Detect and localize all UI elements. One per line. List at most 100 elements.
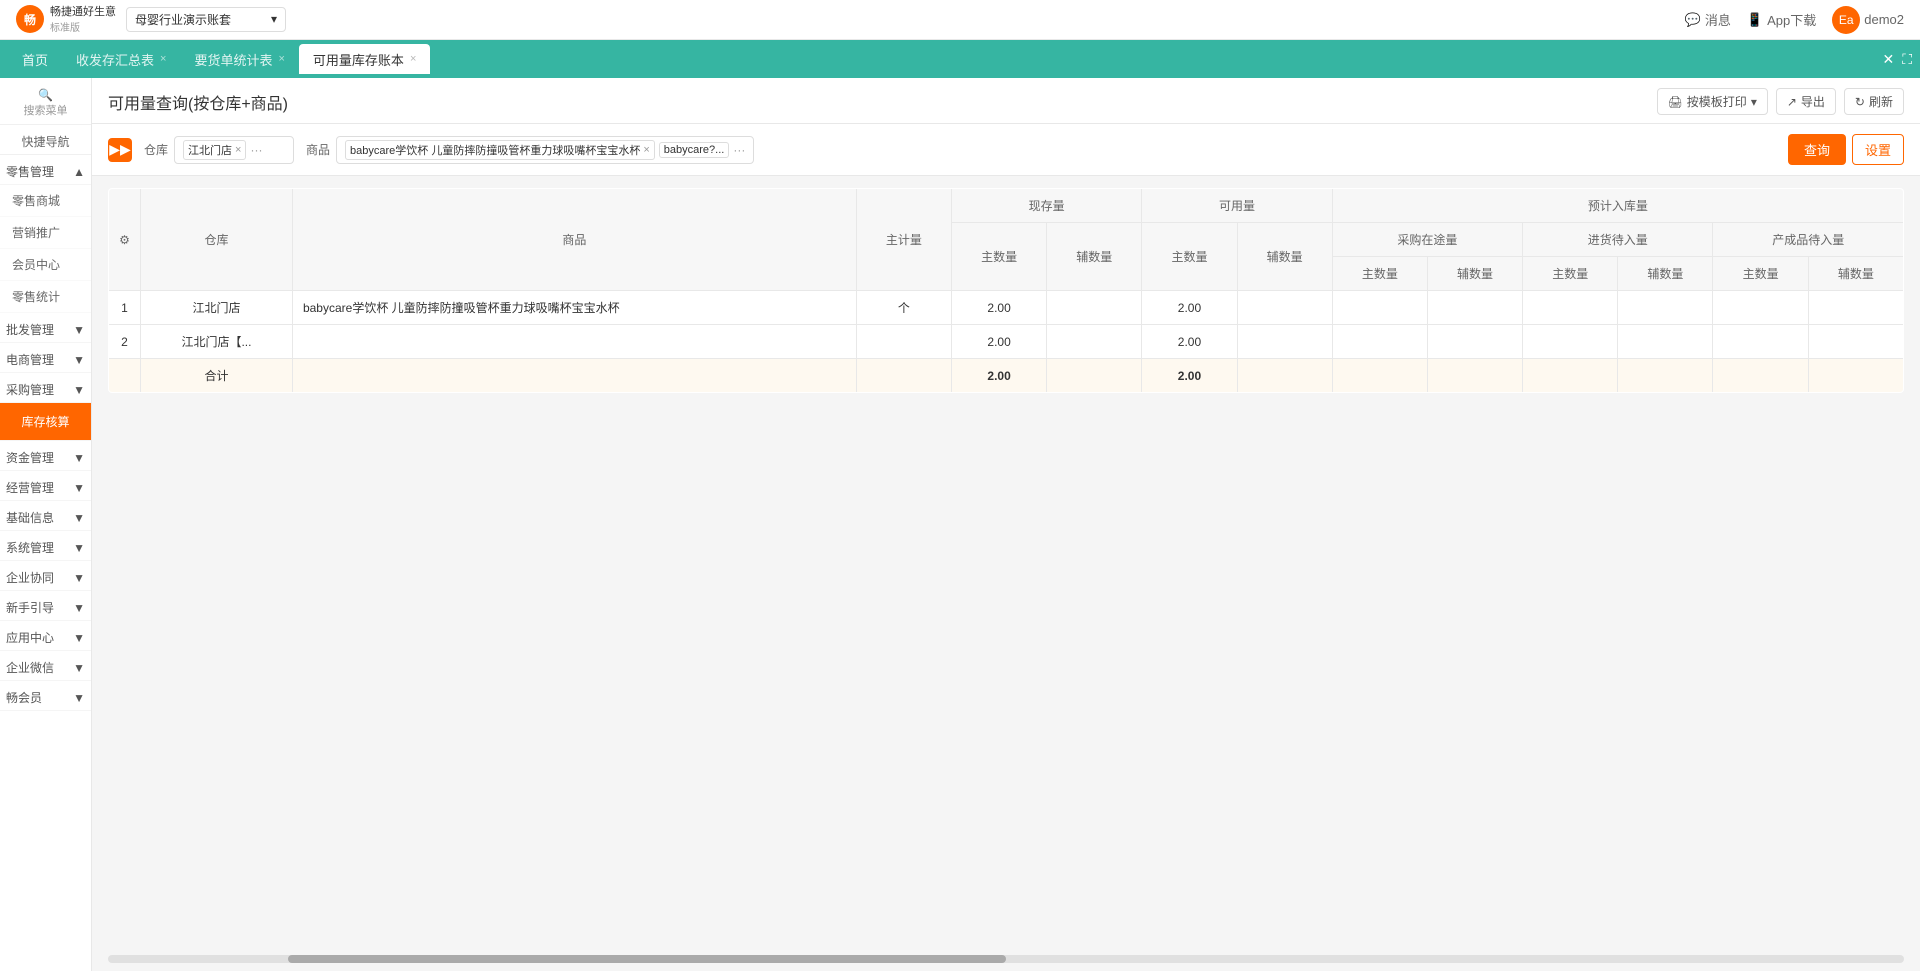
th-available: 可用量 (1142, 189, 1332, 223)
sidebar-item-ecommerce-mgmt[interactable]: 电商管理 ▼ (0, 343, 91, 373)
sidebar-item-member[interactable]: 畅会员 ▼ (0, 681, 91, 711)
th-current-main-qty: 主数量 (951, 223, 1046, 291)
product-more-btn[interactable]: ··· (733, 143, 745, 157)
cell-available-main: 2.00 (1142, 325, 1237, 359)
refresh-icon: ↻ (1855, 95, 1865, 109)
scrollbar-thumb[interactable] (288, 955, 1006, 963)
total-unit (856, 359, 951, 393)
filter-expand-btn[interactable]: ▶▶ (108, 138, 132, 162)
chevron-icon: ▼ (73, 541, 85, 555)
maximize-icon[interactable]: ⛶ (1902, 51, 1912, 68)
content-area: 可用量查询(按仓库+商品) 🖨 按模板打印 ▾ ↗ 导出 ↻ 刷新 ▶▶ (92, 78, 1920, 971)
cell-pt-main (1332, 325, 1427, 359)
cell-pp-aux (1618, 325, 1713, 359)
cell-warehouse: 江北门店【... (141, 325, 293, 359)
th-product-pending: 产成品待入量 (1713, 223, 1904, 257)
sidebar-item-enterprise-wechat[interactable]: 企业微信 ▼ (0, 651, 91, 681)
sidebar-item-retail-mall[interactable]: 零售商城 (0, 185, 91, 217)
tab-order-stats[interactable]: 要货单统计表 × (180, 44, 298, 74)
cell-pp-main (1523, 325, 1618, 359)
cell-prod-main (1713, 325, 1808, 359)
chevron-icon: ▼ (73, 661, 85, 675)
message-btn[interactable]: 💬 消息 (1685, 10, 1731, 29)
th-current-stock: 现存量 (951, 189, 1141, 223)
cell-no: 2 (109, 325, 141, 359)
export-btn[interactable]: ↗ 导出 (1776, 88, 1836, 115)
print-icon: 🖨 (1668, 95, 1683, 109)
chevron-icon: ▼ (73, 691, 85, 705)
chevron-icon: ▼ (73, 383, 85, 397)
product-tag-1: babycare学饮杯 儿童防摔防撞吸管杯重力球吸嘴杯宝宝水杯 × (345, 140, 655, 160)
tab-available-stock[interactable]: 可用量库存账本 × (299, 44, 430, 74)
warehouse-more-btn[interactable]: ··· (250, 143, 262, 157)
sidebar-item-sys-mgmt[interactable]: 系统管理 ▼ (0, 531, 91, 561)
tab-receive-summary[interactable]: 收发存汇总表 × (62, 44, 180, 74)
logo-sub: 标准版 (50, 19, 116, 34)
settings-btn[interactable]: 设置 (1852, 134, 1904, 165)
cell-product: babycare学饮杯 儿童防摔防撞吸管杯重力球吸嘴杯宝宝水杯 (292, 291, 856, 325)
scrollbar-track[interactable] (108, 955, 1904, 963)
tab-home[interactable]: 首页 (8, 44, 62, 74)
sidebar-quick-nav[interactable]: 快捷导航 (0, 125, 91, 155)
table-row: 1 江北门店 babycare学饮杯 儿童防摔防撞吸管杯重力球吸嘴杯宝宝水杯 个… (109, 291, 1904, 325)
cell-pp-main (1523, 291, 1618, 325)
th-pp-aux: 辅数量 (1618, 257, 1713, 291)
close-tab-icon[interactable]: × (160, 53, 166, 65)
th-pt-main: 主数量 (1332, 257, 1427, 291)
close-tab-icon[interactable]: × (410, 53, 416, 65)
cell-prod-aux (1808, 291, 1903, 325)
sidebar-item-stock-check[interactable]: 库存核算 (0, 403, 91, 441)
warehouse-input[interactable]: 江北门店 × ··· (174, 136, 294, 164)
sidebar-item-new-guide[interactable]: 新手引导 ▼ (0, 591, 91, 621)
page-header: 可用量查询(按仓库+商品) 🖨 按模板打印 ▾ ↗ 导出 ↻ 刷新 (92, 78, 1920, 124)
sidebar-item-wholesale-mgmt[interactable]: 批发管理 ▼ (0, 313, 91, 343)
cell-product (292, 325, 856, 359)
sidebar-item-marketing[interactable]: 营销推广 (0, 217, 91, 249)
total-current-main: 2.00 (951, 359, 1046, 393)
total-available-aux (1237, 359, 1332, 393)
chevron-icon: ▼ (73, 323, 85, 337)
sidebar-item-retail-mgmt[interactable]: 零售管理 ▲ (0, 155, 91, 185)
warehouse-filter-group: 仓库 江北门店 × ··· (144, 136, 294, 164)
sidebar-item-finance-mgmt[interactable]: 资金管理 ▼ (0, 441, 91, 471)
page-actions: 🖨 按模板打印 ▾ ↗ 导出 ↻ 刷新 (1657, 88, 1904, 115)
chevron-icon: ▼ (73, 571, 85, 585)
total-no (109, 359, 141, 393)
cell-pt-aux (1427, 325, 1522, 359)
th-current-aux-qty: 辅数量 (1047, 223, 1142, 291)
sidebar-item-ops-mgmt[interactable]: 经营管理 ▼ (0, 471, 91, 501)
query-btn[interactable]: 查询 (1788, 134, 1846, 165)
top-bar: 畅 畅捷通好生意 标准版 母婴行业演示账套 ▾ 💬 消息 📱 App下载 Ea … (0, 0, 1920, 40)
remove-product-tag-1-btn[interactable]: × (643, 144, 649, 156)
top-bar-left: 畅 畅捷通好生意 标准版 母婴行业演示账套 ▾ (16, 5, 286, 34)
product-input[interactable]: babycare学饮杯 儿童防摔防撞吸管杯重力球吸嘴杯宝宝水杯 × babyca… (336, 136, 754, 164)
product-filter-group: 商品 babycare学饮杯 儿童防摔防撞吸管杯重力球吸嘴杯宝宝水杯 × bab… (306, 136, 754, 164)
remove-warehouse-tag-btn[interactable]: × (235, 144, 241, 156)
total-available-main: 2.00 (1142, 359, 1237, 393)
cell-prod-main (1713, 291, 1808, 325)
filter-bar: ▶▶ 仓库 江北门店 × ··· 商品 babycare学饮杯 儿童防摔防撞吸管… (92, 124, 1920, 176)
cell-current-main: 2.00 (951, 291, 1046, 325)
sidebar-search[interactable]: 🔍 搜索菜单 (0, 78, 91, 125)
refresh-btn[interactable]: ↻ 刷新 (1844, 88, 1904, 115)
user-menu[interactable]: Ea demo2 (1832, 6, 1904, 34)
close-window-icon[interactable]: ✕ (1882, 51, 1894, 68)
th-settings[interactable]: ⚙ (109, 189, 141, 291)
sidebar-item-purchase-mgmt[interactable]: 采购管理 ▼ (0, 373, 91, 403)
app-download-btn[interactable]: 📱 App下载 (1747, 10, 1816, 29)
template-print-btn[interactable]: 🖨 按模板打印 ▾ (1657, 88, 1768, 115)
sidebar-item-basic-info[interactable]: 基础信息 ▼ (0, 501, 91, 531)
sidebar-item-enterprise-collab[interactable]: 企业协同 ▼ (0, 561, 91, 591)
th-available-aux-qty: 辅数量 (1237, 223, 1332, 291)
account-selector[interactable]: 母婴行业演示账套 ▾ (126, 7, 286, 32)
avatar: Ea (1832, 6, 1860, 34)
sidebar-item-member-center[interactable]: 会员中心 (0, 249, 91, 281)
nav-window-controls: ✕ ⛶ (1882, 51, 1912, 68)
chevron-icon: ▼ (73, 601, 85, 615)
close-tab-icon[interactable]: × (278, 53, 284, 65)
product-tag-2: babycare?... (659, 142, 730, 158)
cell-warehouse: 江北门店 (141, 291, 293, 325)
sidebar-item-app-center[interactable]: 应用中心 ▼ (0, 621, 91, 651)
sidebar-item-retail-stats[interactable]: 零售统计 (0, 281, 91, 313)
total-product (292, 359, 856, 393)
